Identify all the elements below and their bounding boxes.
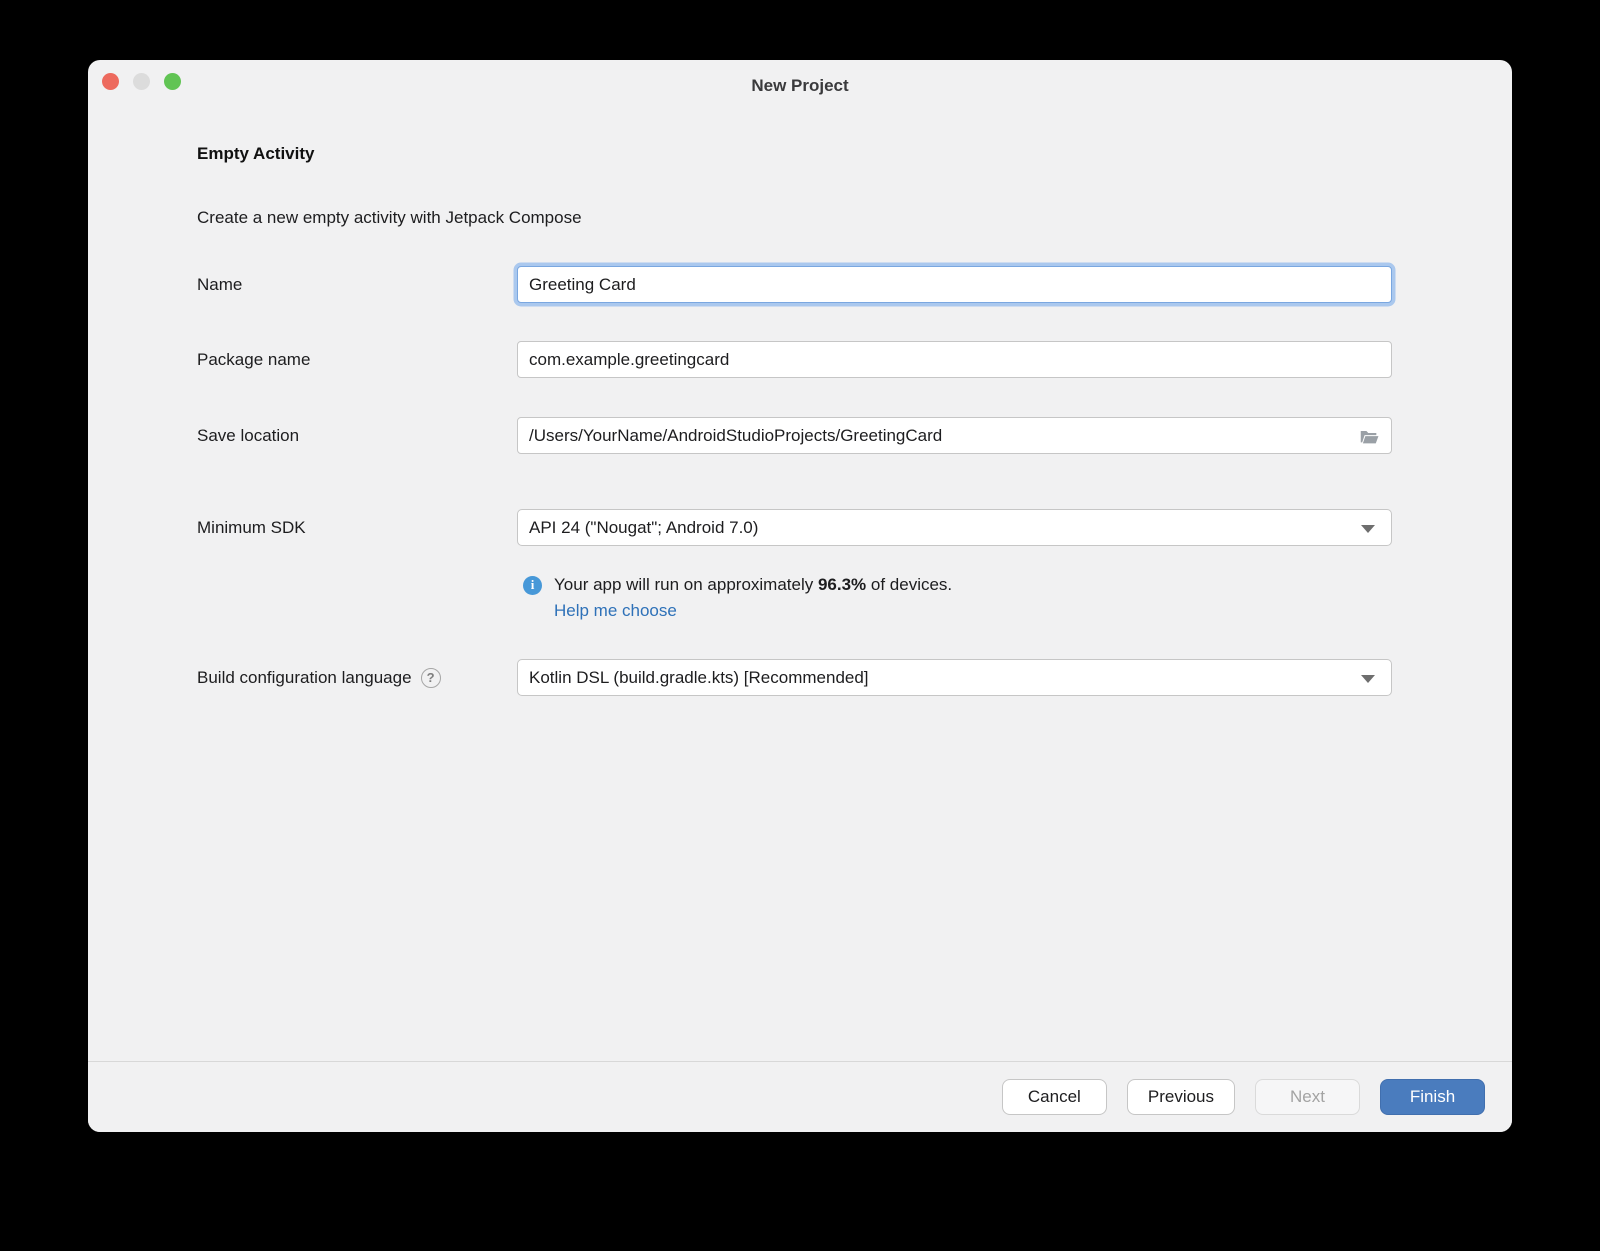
new-project-dialog: New Project Empty Activity Create a new … [88, 60, 1512, 1132]
device-percentage: 96.3% [818, 575, 866, 594]
page-title: Empty Activity [197, 144, 314, 164]
previous-button[interactable]: Previous [1127, 1079, 1235, 1115]
build-config-value: Kotlin DSL (build.gradle.kts) [Recommend… [529, 668, 869, 688]
name-input[interactable] [517, 266, 1392, 303]
save-location-field-wrap [517, 417, 1392, 454]
folder-open-icon[interactable] [1358, 425, 1380, 447]
info-icon: i [523, 576, 542, 595]
minimum-sdk-value: API 24 ("Nougat"; Android 7.0) [529, 518, 758, 538]
name-field-wrap [517, 266, 1392, 303]
save-location-input[interactable] [517, 417, 1392, 454]
cancel-button[interactable]: Cancel [1002, 1079, 1107, 1115]
window-title: New Project [88, 60, 1512, 112]
footer-button-bar: Cancel Previous Next Finish [88, 1062, 1512, 1132]
build-config-dropdown[interactable]: Kotlin DSL (build.gradle.kts) [Recommend… [517, 659, 1392, 696]
name-label: Name [197, 266, 242, 303]
package-name-input[interactable] [517, 341, 1392, 378]
package-name-label: Package name [197, 341, 310, 378]
minimum-sdk-label: Minimum SDK [197, 509, 306, 546]
sdk-info-line: i Your app will run on approximately 96.… [523, 575, 952, 595]
minimum-sdk-dropdown[interactable]: API 24 ("Nougat"; Android 7.0) [517, 509, 1392, 546]
save-location-label: Save location [197, 417, 299, 454]
chevron-down-icon [1361, 525, 1375, 533]
next-button: Next [1255, 1079, 1360, 1115]
build-config-label: Build configuration language [197, 668, 412, 688]
help-me-choose-link[interactable]: Help me choose [554, 601, 677, 621]
titlebar[interactable]: New Project [88, 60, 1512, 112]
package-name-field-wrap [517, 341, 1392, 378]
build-config-label-row: Build configuration language ? [197, 659, 441, 696]
finish-button[interactable]: Finish [1380, 1079, 1485, 1115]
chevron-down-icon [1361, 675, 1375, 683]
help-icon[interactable]: ? [421, 668, 441, 688]
page-subtitle: Create a new empty activity with Jetpack… [197, 208, 582, 228]
sdk-info-text: Your app will run on approximately 96.3%… [554, 575, 952, 595]
screen-background: New Project Empty Activity Create a new … [0, 0, 1600, 1251]
